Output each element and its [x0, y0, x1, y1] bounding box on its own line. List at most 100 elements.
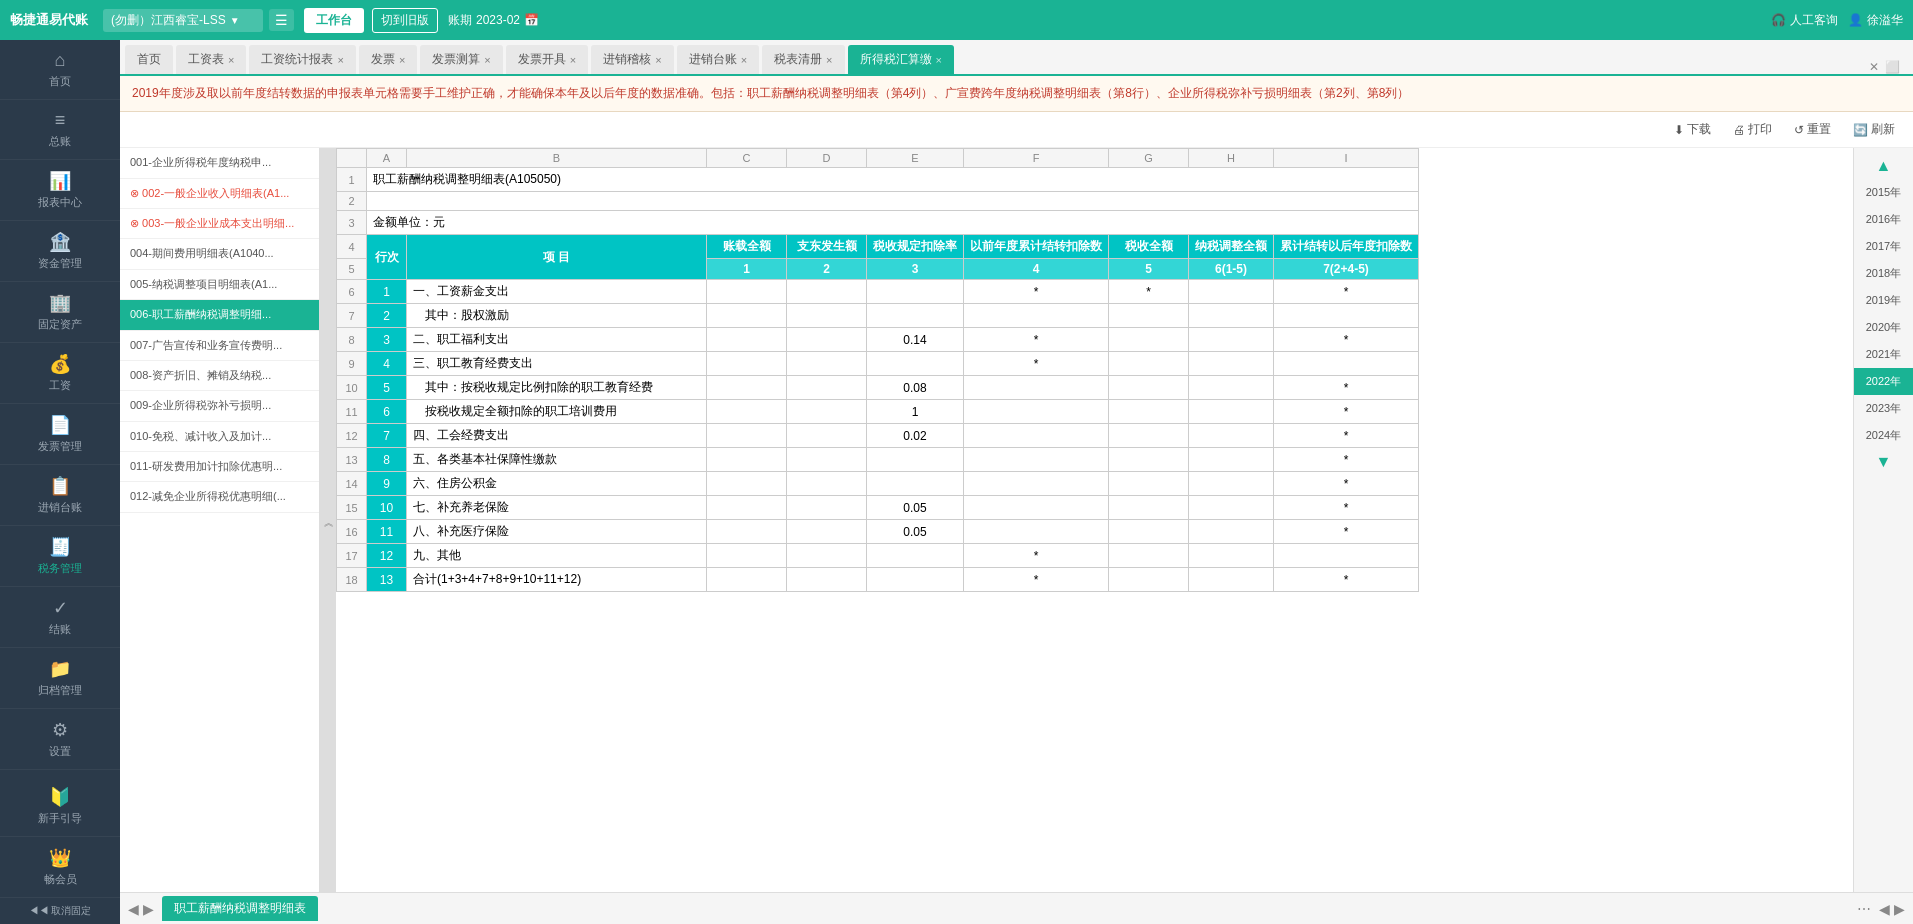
sidebar-item-vip[interactable]: 👑 畅会员 — [0, 837, 120, 898]
data-cell[interactable] — [867, 448, 964, 472]
data-cell[interactable] — [1109, 400, 1189, 424]
data-cell[interactable] — [1109, 496, 1189, 520]
data-cell[interactable] — [707, 472, 787, 496]
sidebar-item-settings[interactable]: ⚙ 设置 — [0, 709, 120, 770]
left-panel-item-004[interactable]: 004-期间费用明细表(A1040... — [120, 239, 319, 269]
download-button[interactable]: ⬇ 下载 — [1668, 118, 1717, 141]
data-cell[interactable] — [964, 496, 1109, 520]
data-cell[interactable] — [787, 280, 867, 304]
data-cell[interactable] — [1189, 544, 1274, 568]
data-cell[interactable] — [787, 376, 867, 400]
year-nav-item-2018[interactable]: 2018年 — [1854, 260, 1913, 287]
data-cell[interactable] — [1109, 424, 1189, 448]
data-cell[interactable] — [1109, 328, 1189, 352]
data-cell[interactable] — [1109, 568, 1189, 592]
print-button[interactable]: 🖨 打印 — [1727, 118, 1778, 141]
scroll-right-icon[interactable]: ▶ — [143, 901, 154, 917]
window-maximize-icon[interactable]: ⬜ — [1885, 60, 1900, 74]
data-cell[interactable] — [707, 424, 787, 448]
data-cell[interactable] — [964, 520, 1109, 544]
tab-purchase-ledger[interactable]: 进销台账 × — [677, 45, 759, 74]
data-cell[interactable] — [1189, 280, 1274, 304]
calendar-icon-btn[interactable]: ☰ — [269, 9, 294, 31]
left-panel-item-009[interactable]: 009-企业所得税弥补亏损明... — [120, 391, 319, 421]
tab-invoice-open[interactable]: 发票开具 × — [506, 45, 588, 74]
data-cell[interactable] — [707, 280, 787, 304]
data-cell[interactable] — [787, 496, 867, 520]
close-icon[interactable]: × — [337, 54, 343, 66]
close-icon[interactable]: × — [936, 54, 942, 66]
sidebar-item-guide[interactable]: 🔰 新手引导 — [0, 776, 120, 837]
data-cell[interactable] — [1189, 304, 1274, 328]
data-cell[interactable] — [1189, 520, 1274, 544]
data-cell[interactable] — [1189, 400, 1274, 424]
year-nav-item-2020[interactable]: 2020年 — [1854, 314, 1913, 341]
data-cell[interactable] — [1189, 496, 1274, 520]
data-cell[interactable] — [707, 328, 787, 352]
data-cell[interactable] — [707, 496, 787, 520]
left-panel-item-007[interactable]: 007-广告宣传和业务宣传费明... — [120, 331, 319, 361]
sidebar-item-purchase-sale[interactable]: 📋 进销台账 — [0, 465, 120, 526]
tab-purchase-check[interactable]: 进销稽核 × — [591, 45, 673, 74]
data-cell[interactable] — [867, 304, 964, 328]
customer-service-btn[interactable]: 🎧 人工客询 — [1771, 12, 1838, 29]
data-cell[interactable] — [707, 352, 787, 376]
spreadsheet-area[interactable]: A B C D E F G H I — [336, 148, 1853, 892]
data-cell[interactable] — [1109, 376, 1189, 400]
data-cell[interactable] — [787, 400, 867, 424]
sidebar-item-payroll[interactable]: 💰 工资 — [0, 343, 120, 404]
data-cell[interactable] — [1189, 328, 1274, 352]
close-icon[interactable]: × — [484, 54, 490, 66]
data-cell[interactable] — [787, 328, 867, 352]
data-cell[interactable] — [787, 472, 867, 496]
left-panel-item-008[interactable]: 008-资产折旧、摊销及纳税... — [120, 361, 319, 391]
close-icon[interactable]: × — [570, 54, 576, 66]
sidebar-item-general-ledger[interactable]: ≡ 总账 — [0, 100, 120, 160]
data-cell[interactable] — [787, 424, 867, 448]
year-nav-item-2015[interactable]: 2015年 — [1854, 179, 1913, 206]
window-close-icon[interactable]: ✕ — [1869, 60, 1879, 74]
tab-income-tax[interactable]: 所得税汇算缴 × — [848, 45, 954, 74]
year-nav-item-2021[interactable]: 2021年 — [1854, 341, 1913, 368]
cancel-fixed-btn[interactable]: ◀◀ 取消固定 — [0, 898, 120, 924]
scroll-right-nav-icon[interactable]: ◀ ▶ — [1879, 901, 1905, 917]
left-panel-item-006[interactable]: 006-职工薪酬纳税调整明细... — [120, 300, 319, 330]
data-cell[interactable] — [787, 304, 867, 328]
tab-tax-clearance[interactable]: 税表清册 × — [762, 45, 844, 74]
data-cell[interactable] — [707, 520, 787, 544]
data-cell[interactable] — [1189, 352, 1274, 376]
calendar-icon[interactable]: 📅 — [524, 13, 539, 27]
sidebar-item-report-center[interactable]: 📊 报表中心 — [0, 160, 120, 221]
data-cell[interactable] — [867, 280, 964, 304]
data-cell[interactable] — [1274, 304, 1419, 328]
data-cell[interactable] — [707, 568, 787, 592]
data-cell[interactable] — [707, 376, 787, 400]
close-icon[interactable]: × — [826, 54, 832, 66]
data-cell[interactable] — [1109, 520, 1189, 544]
data-cell[interactable] — [787, 520, 867, 544]
refresh-button[interactable]: 🔄 刷新 — [1847, 118, 1901, 141]
cut-to-old-button[interactable]: 切到旧版 — [372, 8, 438, 33]
sidebar-item-tax-mgmt[interactable]: 🧾 税务管理 — [0, 526, 120, 587]
data-cell[interactable] — [867, 568, 964, 592]
data-cell[interactable] — [1109, 472, 1189, 496]
close-icon[interactable]: × — [655, 54, 661, 66]
sidebar-item-archive[interactable]: 📁 归档管理 — [0, 648, 120, 709]
left-panel-item-003[interactable]: ⊗ 003-一般企业业成本支出明细... — [120, 209, 319, 239]
year-nav-item-2016[interactable]: 2016年 — [1854, 206, 1913, 233]
left-panel-item-002[interactable]: ⊗ 002-一般企业收入明细表(A1... — [120, 179, 319, 209]
data-cell[interactable] — [964, 448, 1109, 472]
tab-invoice-calc[interactable]: 发票测算 × — [420, 45, 502, 74]
left-panel-item-012[interactable]: 012-减免企业所得税优惠明细(... — [120, 482, 319, 512]
year-nav-item-2019[interactable]: 2019年 — [1854, 287, 1913, 314]
sidebar-item-home[interactable]: ⌂ 首页 — [0, 40, 120, 100]
left-panel-item-001[interactable]: 001-企业所得税年度纳税申... — [120, 148, 319, 178]
year-nav-item-2023[interactable]: 2023年 — [1854, 395, 1913, 422]
data-cell[interactable] — [787, 448, 867, 472]
tab-home[interactable]: 首页 — [125, 45, 173, 74]
data-cell[interactable] — [964, 376, 1109, 400]
collapse-panel-button[interactable]: 《 — [320, 148, 336, 892]
data-cell[interactable] — [1189, 568, 1274, 592]
data-cell[interactable] — [787, 568, 867, 592]
workbench-button[interactable]: 工作台 — [304, 8, 364, 33]
